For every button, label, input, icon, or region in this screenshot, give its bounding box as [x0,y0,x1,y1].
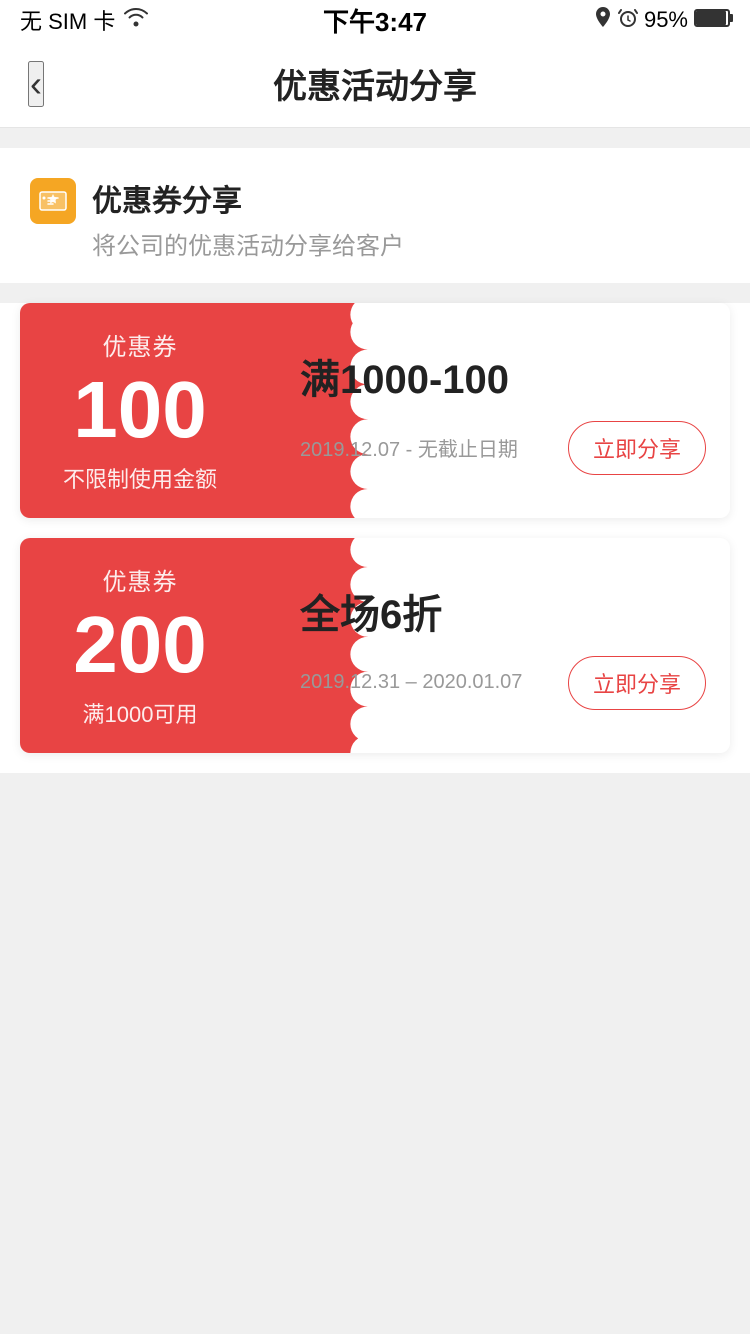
coupon-1-name: 满1000-100 [300,347,706,405]
status-bar: 无 SIM 卡 下午3:47 95% [0,0,750,40]
coupon-1-label: 优惠券 [103,327,178,362]
battery-percent: 95% [644,7,688,33]
battery-icon [694,7,730,33]
coupon-1-date: 2019.12.07 - 无截止日期 [300,433,558,462]
section-title: 优惠券分享 [92,176,404,220]
coupon-1-amount: 100 [73,370,206,450]
alarm-icon [618,6,638,34]
status-right: 95% [594,6,730,34]
coupon-section-icon [30,178,76,224]
wifi-icon [123,7,149,33]
coupon-card-2: 优惠券 200 满1000可用 全场6折 2019.12.31 – 2020.0… [20,538,730,753]
coupon-2-name: 全场6折 [300,582,706,640]
coupon-list: 优惠券 100 不限制使用金额 满1000-100 2019.12.07 - 无… [0,303,750,773]
nav-title: 优惠活动分享 [273,59,477,108]
coupon-2-right: 全场6折 2019.12.31 – 2020.01.07 立即分享 [260,538,730,753]
coupon-2-left: 优惠券 200 满1000可用 [20,538,260,753]
coupon-2-amount: 200 [73,605,206,685]
coupon-1-condition: 不限制使用金额 [63,462,217,494]
coupon-2-label: 优惠券 [103,562,178,597]
status-time: 下午3:47 [323,2,427,39]
location-icon [594,6,612,34]
bottom-background [0,773,750,1273]
nav-bar: ‹ 优惠活动分享 [0,40,750,128]
coupon-2-condition: 满1000可用 [83,697,198,729]
back-button[interactable]: ‹ [28,61,44,107]
coupon-2-date: 2019.12.31 – 2020.01.07 [300,671,558,694]
section-subtitle: 将公司的优惠活动分享给客户 [92,226,404,261]
carrier-text: 无 SIM 卡 [20,4,115,36]
section-text: 优惠券分享 将公司的优惠活动分享给客户 [92,176,404,261]
coupon-card-1: 优惠券 100 不限制使用金额 满1000-100 2019.12.07 - 无… [20,303,730,518]
coupon-2-meta: 2019.12.31 – 2020.01.07 立即分享 [300,656,706,710]
section-gap [0,128,750,148]
coupon-1-right: 满1000-100 2019.12.07 - 无截止日期 立即分享 [260,303,730,518]
coupon-1-share-button[interactable]: 立即分享 [568,421,706,475]
coupon-1-meta: 2019.12.07 - 无截止日期 立即分享 [300,421,706,475]
status-left: 无 SIM 卡 [20,4,149,36]
coupon-1-left: 优惠券 100 不限制使用金额 [20,303,260,518]
coupon-2-share-button[interactable]: 立即分享 [568,656,706,710]
section-header: 优惠券分享 将公司的优惠活动分享给客户 [0,148,750,283]
